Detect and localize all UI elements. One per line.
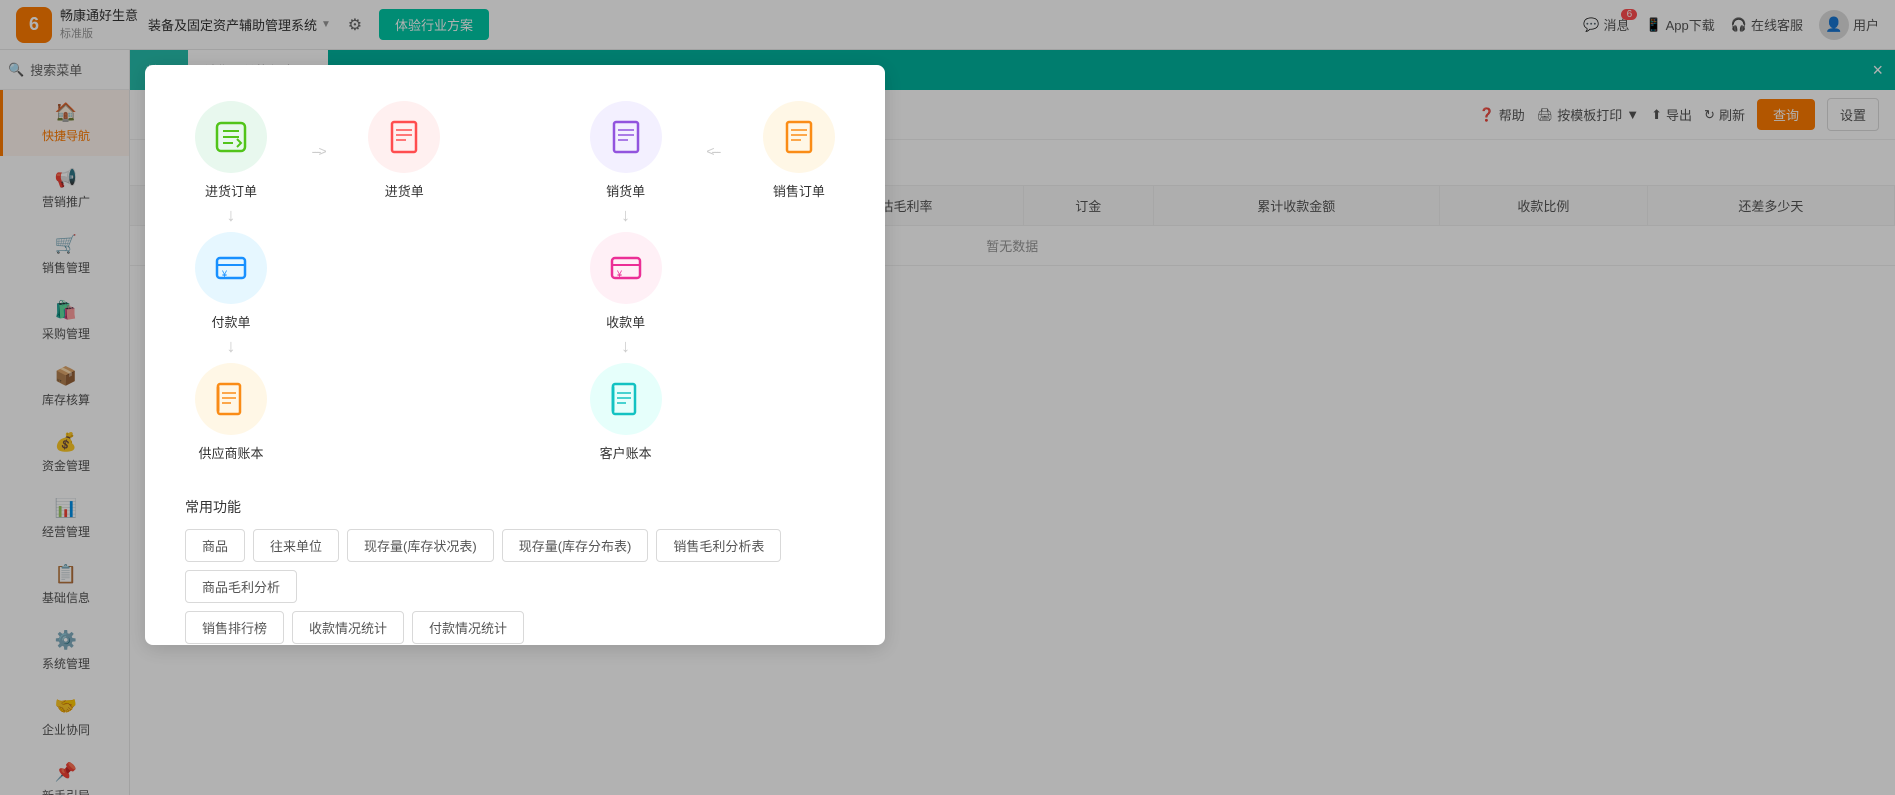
- func-buttons-row1: 商品 往来单位 现存量(库存状况表) 现存量(库存分布表) 销售毛利分析表 商品…: [185, 529, 845, 603]
- quick-nav-modal: 进货订单 ↓ ¥ 付款单 ↓: [145, 65, 885, 645]
- payment-icon: ¥: [195, 232, 267, 304]
- common-functions-section: 常用功能 商品 往来单位 现存量(库存状况表) 现存量(库存分布表) 销售毛利分…: [185, 497, 845, 644]
- flow-node-purchase-bill[interactable]: 进货单: [358, 91, 450, 210]
- purchase-order-label: 进货订单: [205, 181, 257, 200]
- flow-node-payment[interactable]: ¥ 付款单: [185, 222, 277, 341]
- flow-node-supplier-ledger[interactable]: 供应商账本: [185, 353, 277, 472]
- func-btn-stock-dist[interactable]: 现存量(库存分布表): [502, 529, 649, 562]
- flow-node-sales-order[interactable]: 销售订单: [753, 91, 845, 210]
- supplier-ledger-label: 供应商账本: [198, 443, 263, 462]
- func-btn-stock-status[interactable]: 现存量(库存状况表): [347, 529, 494, 562]
- purchase-bill-icon: [368, 101, 440, 173]
- func-btn-sales-rank[interactable]: 销售排行榜: [185, 611, 284, 644]
- func-btn-payment-stats[interactable]: 付款情况统计: [412, 611, 524, 644]
- flow-node-purchase-order[interactable]: 进货订单: [185, 91, 277, 210]
- func-buttons-row2: 销售排行榜 收款情况统计 付款情况统计: [185, 611, 845, 644]
- sales-bill-label: 销货单: [606, 181, 645, 200]
- svg-text:¥: ¥: [616, 269, 623, 279]
- purchase-bill-label: 进货单: [385, 181, 424, 200]
- payment-label: 付款单: [211, 312, 250, 331]
- func-btn-receipt-stats[interactable]: 收款情况统计: [292, 611, 404, 644]
- flow-node-receipt[interactable]: ¥ 收款单: [580, 222, 672, 341]
- func-btn-sales-gross[interactable]: 销售毛利分析表: [656, 529, 781, 562]
- sales-order-label: 销售订单: [773, 181, 825, 200]
- arrow-h-2: <- - -: [706, 95, 718, 159]
- receipt-icon: ¥: [590, 232, 662, 304]
- flow-node-sales-bill[interactable]: 销货单: [580, 91, 672, 210]
- flow-node-customer-ledger[interactable]: 客户账本: [580, 353, 672, 472]
- customer-ledger-label: 客户账本: [600, 443, 652, 462]
- receipt-label: 收款单: [606, 312, 645, 331]
- func-btn-product[interactable]: 商品: [185, 529, 245, 562]
- func-btn-counterpart[interactable]: 往来单位: [253, 529, 339, 562]
- modal-overlay[interactable]: 进货订单 ↓ ¥ 付款单 ↓: [0, 0, 1895, 795]
- customer-ledger-icon: [590, 363, 662, 435]
- svg-text:¥: ¥: [221, 269, 228, 279]
- arrow-h-1: - - ->: [312, 95, 324, 159]
- sales-order-icon: [763, 101, 835, 173]
- func-btn-product-gross[interactable]: 商品毛利分析: [185, 570, 297, 603]
- supplier-ledger-icon: [195, 363, 267, 435]
- sales-bill-icon: [590, 101, 662, 173]
- common-func-title: 常用功能: [185, 497, 845, 517]
- purchase-order-icon: [195, 101, 267, 173]
